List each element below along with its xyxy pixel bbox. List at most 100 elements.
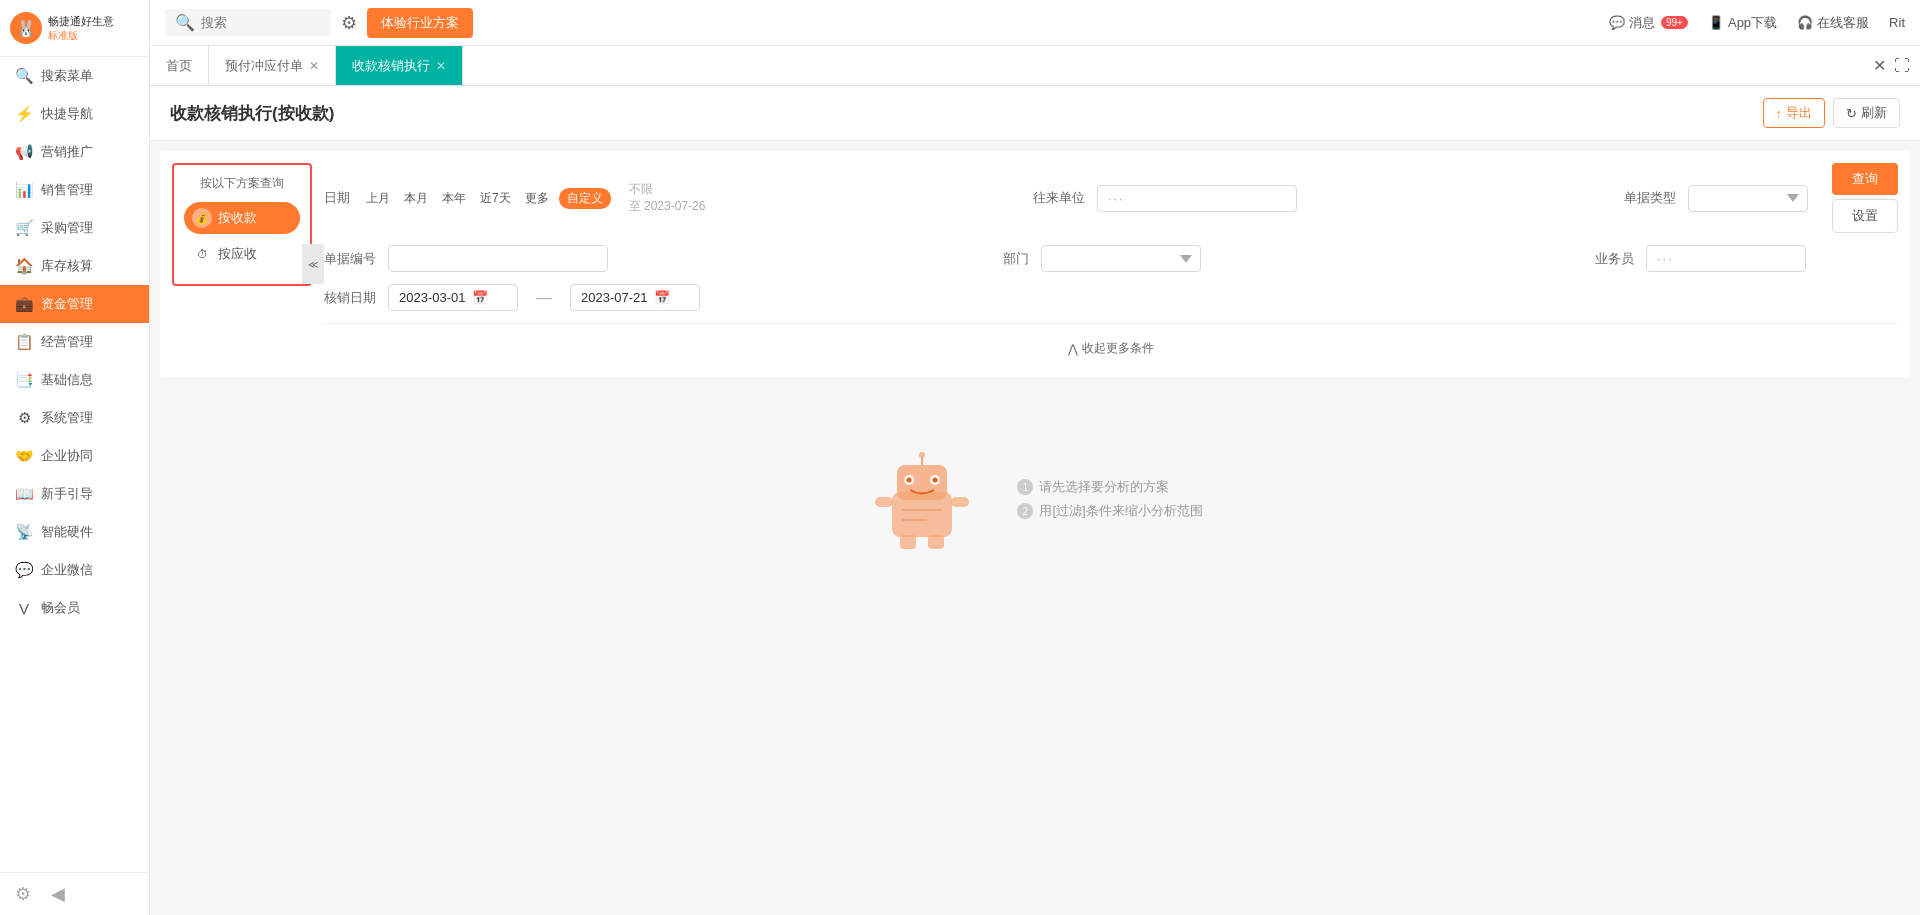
export-label: 导出 [1786, 104, 1812, 122]
date-more[interactable]: 更多 [521, 188, 553, 209]
user-name[interactable]: Rit [1889, 15, 1905, 30]
collapse-more-btn[interactable]: ⋀ 收起更多条件 [324, 332, 1898, 365]
date-this-year[interactable]: 本年 [438, 188, 470, 209]
calendar-start-icon: 📅 [472, 290, 488, 305]
sidebar-item-畅会员[interactable]: V畅会员 [0, 589, 149, 627]
sidebar-bottom: ⚙ ◀ [0, 872, 149, 915]
date-no-limit: 不限 至 2023-07-26 [629, 181, 706, 215]
topbar-right: 💬 消息 99+ 📱 App下载 🎧 在线客服 Rit [1609, 14, 1905, 32]
filter-panel-title: 按以下方案查询 [184, 175, 300, 192]
filter-panel-wrapper: 按以下方案查询 💰按收款⏱按应收 ≪ [172, 163, 312, 365]
page-header: 收款核销执行(按收款) ↑ 导出 ↻ 刷新 [150, 86, 1920, 141]
sidebar-item-库存核算[interactable]: 🏠库存核算 [0, 247, 149, 285]
refresh-button[interactable]: ↻ 刷新 [1833, 98, 1900, 128]
tab-收款核销执行[interactable]: 收款核销执行✕ [336, 46, 463, 85]
counterpart-selector[interactable]: ··· [1097, 185, 1297, 212]
message-badge: 99+ [1661, 16, 1688, 29]
sidebar-item-经营管理[interactable]: 📋经营管理 [0, 323, 149, 361]
dept-label: 部门 [1003, 250, 1029, 268]
message-item[interactable]: 💬 消息 99+ [1609, 14, 1688, 32]
svg-point-4 [907, 478, 912, 483]
svg-rect-8 [875, 497, 893, 507]
refresh-icon: ↻ [1846, 106, 1857, 121]
app-edition: 标准版 [48, 29, 114, 42]
export-icon: ↑ [1776, 106, 1783, 121]
date-shortcuts: 上月 本月 本年 近7天 更多 自定义 [362, 188, 611, 209]
filter-area: 按以下方案查询 💰按收款⏱按应收 ≪ 日期 上月 本月 本年 近7天 更多 自 [160, 151, 1910, 377]
online-service-item[interactable]: 🎧 在线客服 [1797, 14, 1869, 32]
solution-button[interactable]: 体验行业方案 [367, 8, 473, 38]
collapse-label: 收起更多条件 [1082, 340, 1154, 357]
tab-close-icon[interactable]: ✕ [309, 59, 319, 73]
search-icon: 🔍 [175, 13, 195, 32]
sidebar-item-基础信息[interactable]: 📑基础信息 [0, 361, 149, 399]
topbar-gear-icon[interactable]: ⚙ [341, 12, 357, 34]
empty-hint-2: 2 用[过滤]条件来缩小分析范围 [1017, 502, 1202, 520]
doc-type-select[interactable] [1688, 185, 1808, 212]
date-last-month[interactable]: 上月 [362, 188, 394, 209]
expand-icon[interactable]: ⛶ [1894, 57, 1910, 75]
search-input[interactable] [201, 15, 321, 30]
app-icon: 📱 [1708, 15, 1724, 30]
doc-type-label: 单据类型 [1624, 189, 1676, 207]
sidebar-item-企业微信[interactable]: 💬企业微信 [0, 551, 149, 589]
dept-select[interactable] [1041, 245, 1201, 272]
sidebar-menu: 🔍搜索菜单⚡快捷导航📢营销推广📊销售管理🛒采购管理🏠库存核算💼资金管理📋经营管理… [0, 57, 149, 872]
tab-首页[interactable]: 首页 [150, 46, 209, 85]
service-icon: 🎧 [1797, 15, 1813, 30]
tab-actions: ✕ ⛶ [1863, 46, 1920, 85]
svg-rect-9 [951, 497, 969, 507]
robot-container: 1 请先选择要分析的方案 2 用[过滤]条件来缩小分析范围 [867, 447, 1202, 557]
sidebar-item-搜索菜单[interactable]: 🔍搜索菜单 [0, 57, 149, 95]
svg-point-7 [919, 452, 925, 458]
message-icon: 💬 [1609, 15, 1625, 30]
sidebar-item-资金管理[interactable]: 💼资金管理 [0, 285, 149, 323]
query-button[interactable]: 查询 [1832, 163, 1898, 195]
online-service-label: 在线客服 [1817, 14, 1869, 32]
filter-row-1: 日期 上月 本月 本年 近7天 更多 自定义 不限 至 2023-07-26 [324, 163, 1898, 233]
filter-option-按收款[interactable]: 💰按收款 [184, 202, 300, 234]
sidebar-logo: 🐰 畅捷通好生意 标准版 [0, 0, 149, 57]
sidebar-item-新手引导[interactable]: 📖新手引导 [0, 475, 149, 513]
page-title: 收款核销执行(按收款) [170, 102, 334, 125]
verify-date-end[interactable]: 2023-07-21 📅 [570, 284, 700, 311]
svg-rect-11 [928, 535, 944, 549]
tabbar: 首页预付冲应付单✕收款核销执行✕ ✕ ⛶ [150, 46, 1920, 86]
empty-state: 1 请先选择要分析的方案 2 用[过滤]条件来缩小分析范围 [150, 387, 1920, 617]
collapse-sidebar-icon[interactable]: ◀ [51, 883, 65, 905]
filter-row-3: 核销日期 2023-03-01 📅 — 2023-07-21 📅 [324, 284, 1898, 311]
verify-date-label: 核销日期 [324, 289, 376, 307]
sidebar-item-快捷导航[interactable]: ⚡快捷导航 [0, 95, 149, 133]
filter-row-2: 单据编号 部门 业务员 ··· [324, 245, 1898, 272]
doc-no-label: 单据编号 [324, 250, 376, 268]
filter-right-panel: 日期 上月 本月 本年 近7天 更多 自定义 不限 至 2023-07-26 [324, 163, 1898, 365]
sidebar-item-企业协同[interactable]: 🤝企业协同 [0, 437, 149, 475]
sidebar-item-智能硬件[interactable]: 📡智能硬件 [0, 513, 149, 551]
date-7days[interactable]: 近7天 [476, 188, 515, 209]
sidebar-item-系统管理[interactable]: ⚙系统管理 [0, 399, 149, 437]
verify-date-start[interactable]: 2023-03-01 📅 [388, 284, 518, 311]
sidebar-item-销售管理[interactable]: 📊销售管理 [0, 171, 149, 209]
tab-close-icon[interactable]: ✕ [436, 59, 446, 73]
app-name: 畅捷通好生意 [48, 14, 114, 28]
filter-option-按应收[interactable]: ⏱按应收 [184, 238, 300, 270]
main-area: 🔍 ⚙ 体验行业方案 💬 消息 99+ 📱 App下载 🎧 在线客服 Rit 首… [150, 0, 1920, 915]
staff-selector[interactable]: ··· [1646, 245, 1806, 272]
tab-预付冲应付单[interactable]: 预付冲应付单✕ [209, 46, 336, 85]
export-button[interactable]: ↑ 导出 [1763, 98, 1826, 128]
logo-text: 畅捷通好生意 标准版 [48, 14, 114, 41]
search-box[interactable]: 🔍 [165, 9, 331, 36]
sidebar-item-采购管理[interactable]: 🛒采购管理 [0, 209, 149, 247]
date-this-month[interactable]: 本月 [400, 188, 432, 209]
date-custom[interactable]: 自定义 [559, 188, 611, 209]
app-download-item[interactable]: 📱 App下载 [1708, 14, 1777, 32]
settings-icon[interactable]: ⚙ [15, 883, 31, 905]
sidebar-item-营销推广[interactable]: 📢营销推广 [0, 133, 149, 171]
date-label: 日期 [324, 189, 350, 207]
collapse-panel-btn[interactable]: ≪ [302, 244, 324, 284]
doc-no-input[interactable] [388, 245, 608, 272]
empty-robot-icon [867, 447, 977, 557]
staff-label: 业务员 [1595, 250, 1634, 268]
close-window-icon[interactable]: ✕ [1873, 56, 1886, 75]
setting-button[interactable]: 设置 [1832, 199, 1898, 233]
